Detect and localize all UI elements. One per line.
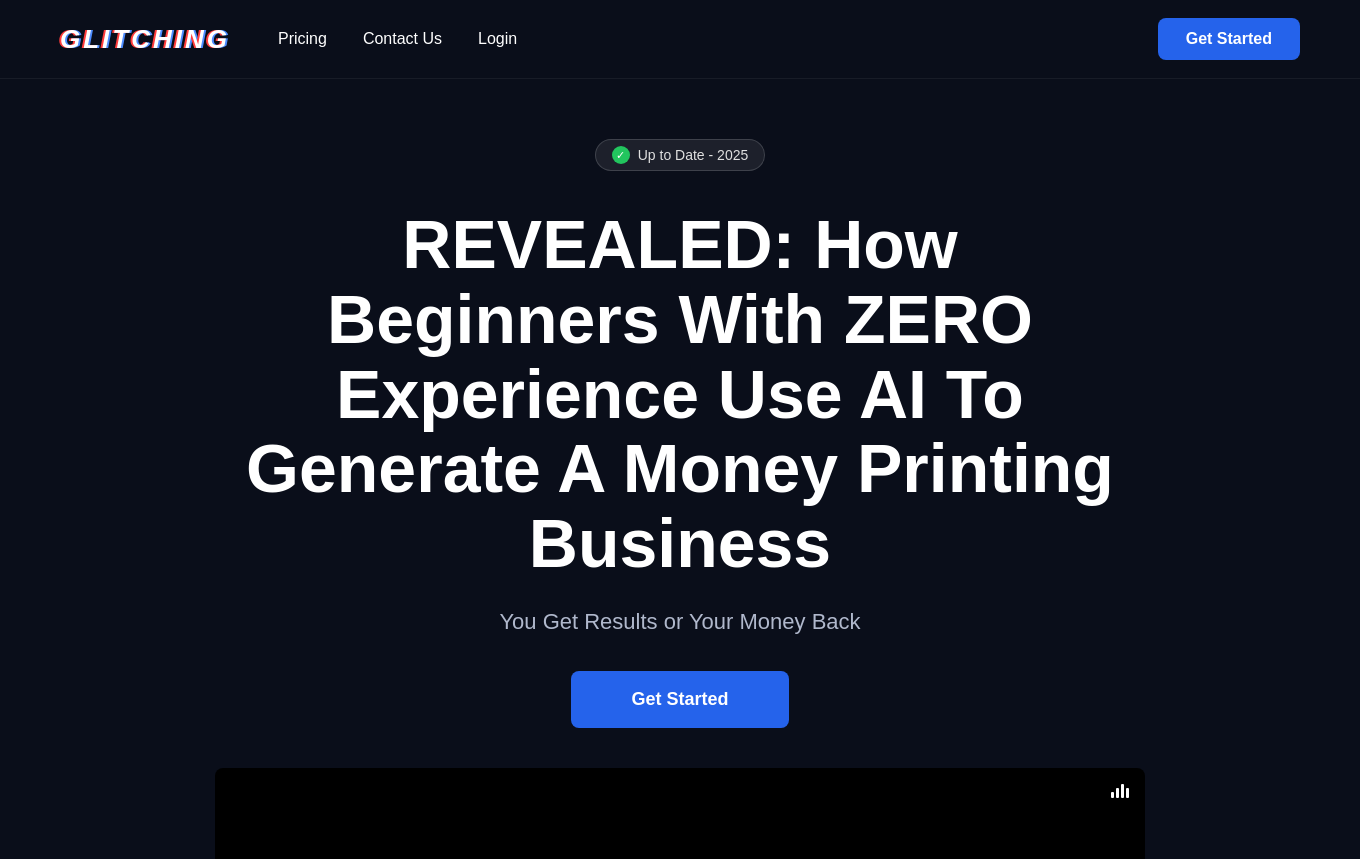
video-player[interactable]	[215, 768, 1145, 859]
badge-check-icon: ✓	[612, 146, 630, 164]
sound-bar-3	[1121, 784, 1124, 798]
hero-subtitle: You Get Results or Your Money Back	[499, 609, 860, 635]
sound-bar-4	[1126, 788, 1129, 798]
hero-get-started-button[interactable]: Get Started	[571, 671, 788, 728]
sound-bars	[1111, 782, 1129, 798]
nav-contact-link[interactable]: Contact Us	[363, 30, 442, 47]
navbar: GLITCHING Pricing Contact Us Login Get S…	[0, 0, 1360, 79]
sound-bar-2	[1116, 788, 1119, 798]
nav-login-link[interactable]: Login	[478, 30, 517, 47]
badge-text: Up to Date - 2025	[638, 147, 749, 163]
nav-get-started-button[interactable]: Get Started	[1158, 18, 1300, 60]
sound-icon[interactable]	[1111, 782, 1129, 798]
hero-title: REVEALED: How Beginners With ZERO Experi…	[230, 207, 1130, 581]
sound-bar-1	[1111, 792, 1114, 798]
logo[interactable]: GLITCHING	[60, 24, 230, 55]
hero-section: ✓ Up to Date - 2025 REVEALED: How Beginn…	[0, 79, 1360, 859]
nav-pricing-link[interactable]: Pricing	[278, 30, 327, 47]
badge-up-to-date: ✓ Up to Date - 2025	[595, 139, 766, 171]
